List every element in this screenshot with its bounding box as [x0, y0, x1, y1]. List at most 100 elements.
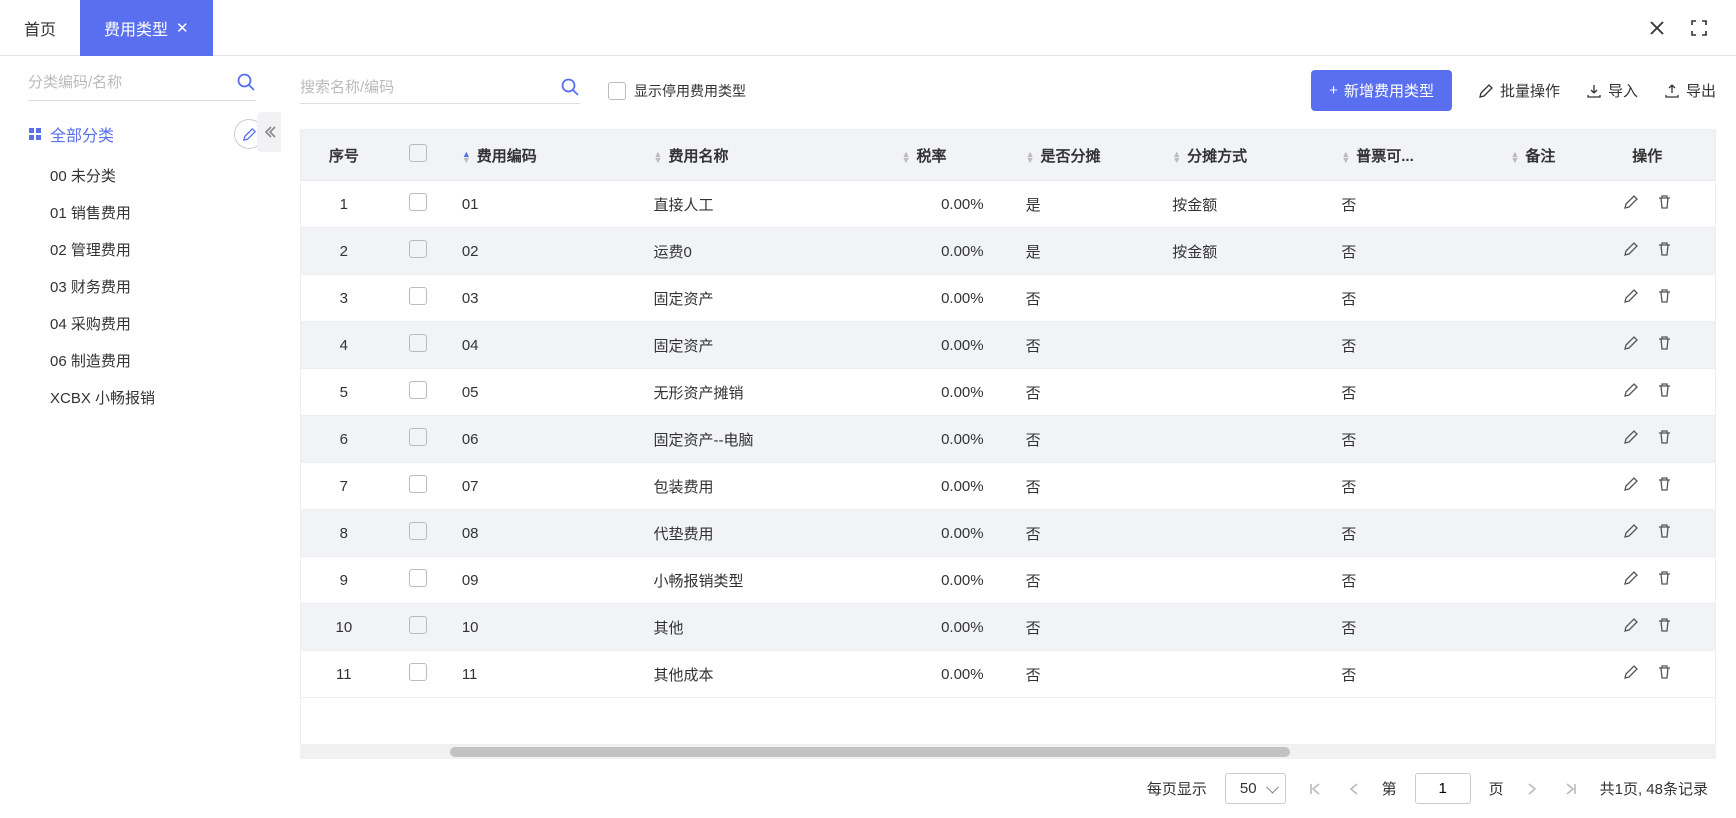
tab-home[interactable]: 首页: [0, 0, 80, 56]
delete-row-button[interactable]: [1657, 570, 1672, 586]
edit-icon: [1478, 83, 1494, 99]
tabs-right: [1648, 19, 1716, 37]
delete-row-button[interactable]: [1657, 382, 1672, 398]
edit-row-button[interactable]: [1623, 194, 1639, 210]
edit-row-button[interactable]: [1623, 664, 1639, 680]
toolbar-search: [300, 77, 580, 104]
tab-expense-type[interactable]: 费用类型 ✕: [80, 0, 213, 56]
sidebar-item[interactable]: 00 未分类: [50, 165, 264, 186]
cell-action: [1580, 557, 1715, 604]
cell-invoice: 否: [1329, 369, 1498, 416]
fullscreen-icon[interactable]: [1690, 19, 1708, 37]
cell-code: 11: [450, 651, 642, 698]
sidebar-item[interactable]: 04 采购费用: [50, 313, 264, 334]
edit-row-button[interactable]: [1623, 288, 1639, 304]
sidebar-item[interactable]: 03 财务费用: [50, 276, 264, 297]
table-scroll[interactable]: 序号 ▲▼费用编码 ▲▼费用名称 ▲▼税率 ▲▼是否分摊 ▲▼分摊方式 ▲▼普票…: [301, 130, 1715, 744]
category-search-input[interactable]: [28, 74, 236, 91]
scrollbar-thumb[interactable]: [450, 747, 1290, 757]
import-button[interactable]: 导入: [1586, 80, 1638, 101]
edit-row-button[interactable]: [1623, 429, 1639, 445]
all-categories[interactable]: 全部分类: [28, 119, 264, 149]
cell-checkbox[interactable]: [387, 416, 450, 463]
page-number-input[interactable]: [1415, 773, 1471, 804]
delete-row-button[interactable]: [1657, 523, 1672, 539]
cell-share: 否: [1014, 510, 1161, 557]
edit-row-button[interactable]: [1623, 523, 1639, 539]
cell-checkbox[interactable]: [387, 275, 450, 322]
per-page-label: 每页显示: [1147, 778, 1207, 799]
delete-row-button[interactable]: [1657, 429, 1672, 445]
expense-table: 序号 ▲▼费用编码 ▲▼费用名称 ▲▼税率 ▲▼是否分摊 ▲▼分摊方式 ▲▼普票…: [301, 130, 1715, 698]
col-remark[interactable]: ▲▼备注: [1498, 130, 1579, 181]
cell-checkbox[interactable]: [387, 651, 450, 698]
col-name[interactable]: ▲▼费用名称: [642, 130, 890, 181]
table-row: 606固定资产--电脑0.00%否否: [301, 416, 1715, 463]
cell-code: 04: [450, 322, 642, 369]
cell-name: 固定资产: [642, 322, 890, 369]
search-input[interactable]: [300, 79, 560, 96]
edit-row-button[interactable]: [1623, 382, 1639, 398]
delete-row-button[interactable]: [1657, 288, 1672, 304]
table-body: 101直接人工0.00%是按金额否202运费00.00%是按金额否303固定资产…: [301, 181, 1715, 698]
close-all-icon[interactable]: [1648, 19, 1666, 37]
cell-checkbox[interactable]: [387, 510, 450, 557]
export-button[interactable]: 导出: [1664, 80, 1716, 101]
prev-page-button[interactable]: [1344, 782, 1364, 796]
checkbox-icon: [409, 475, 427, 493]
col-invoice[interactable]: ▲▼普票可...: [1329, 130, 1498, 181]
cell-checkbox[interactable]: [387, 604, 450, 651]
delete-row-button[interactable]: [1657, 476, 1672, 492]
batch-label: 批量操作: [1500, 80, 1560, 101]
sidebar-item[interactable]: XCBX 小畅报销: [50, 387, 264, 408]
edit-row-button[interactable]: [1623, 476, 1639, 492]
delete-row-button[interactable]: [1657, 335, 1672, 351]
cell-code: 10: [450, 604, 642, 651]
cell-checkbox[interactable]: [387, 463, 450, 510]
cell-rate: 0.00%: [890, 416, 1014, 463]
plus-icon: +: [1329, 82, 1338, 99]
col-share[interactable]: ▲▼是否分摊: [1014, 130, 1161, 181]
sidebar-item[interactable]: 02 管理费用: [50, 239, 264, 260]
horizontal-scrollbar[interactable]: [300, 745, 1716, 759]
collapse-sidebar-button[interactable]: [257, 112, 281, 152]
table-row: 1111其他成本0.00%否否: [301, 651, 1715, 698]
per-page-select[interactable]: 50: [1225, 773, 1286, 804]
edit-row-button[interactable]: [1623, 335, 1639, 351]
col-method[interactable]: ▲▼分摊方式: [1160, 130, 1329, 181]
checkbox-icon: [409, 616, 427, 634]
table-row: 707包装费用0.00%否否: [301, 463, 1715, 510]
next-page-button[interactable]: [1522, 782, 1542, 796]
sidebar-item[interactable]: 06 制造费用: [50, 350, 264, 371]
show-disabled-label: 显示停用费用类型: [634, 81, 746, 101]
sidebar-item[interactable]: 01 销售费用: [50, 202, 264, 223]
search-icon[interactable]: [560, 77, 580, 97]
batch-action-button[interactable]: 批量操作: [1478, 80, 1560, 101]
cell-checkbox[interactable]: [387, 228, 450, 275]
cell-checkbox[interactable]: [387, 322, 450, 369]
col-select-all[interactable]: [387, 130, 450, 181]
add-expense-type-button[interactable]: + 新增费用类型: [1311, 70, 1452, 111]
sort-icon: ▲▼: [1341, 151, 1350, 163]
cell-name: 运费0: [642, 228, 890, 275]
col-index[interactable]: 序号: [301, 130, 387, 181]
delete-row-button[interactable]: [1657, 194, 1672, 210]
edit-row-button[interactable]: [1623, 241, 1639, 257]
delete-row-button[interactable]: [1657, 241, 1672, 257]
search-icon[interactable]: [236, 72, 256, 92]
cell-checkbox[interactable]: [387, 369, 450, 416]
edit-row-button[interactable]: [1623, 570, 1639, 586]
delete-row-button[interactable]: [1657, 617, 1672, 633]
show-disabled-checkbox[interactable]: 显示停用费用类型: [608, 81, 746, 101]
col-rate[interactable]: ▲▼税率: [890, 130, 1014, 181]
last-page-button[interactable]: [1560, 782, 1582, 796]
close-icon[interactable]: ✕: [176, 19, 189, 37]
cell-checkbox[interactable]: [387, 181, 450, 228]
edit-row-button[interactable]: [1623, 617, 1639, 633]
cell-checkbox[interactable]: [387, 557, 450, 604]
checkbox-icon: [409, 144, 427, 162]
first-page-button[interactable]: [1304, 782, 1326, 796]
col-code[interactable]: ▲▼费用编码: [450, 130, 642, 181]
sidebar: 全部分类 00 未分类 01 销售费用 02 管理费用 03 财务费用 04 采购费用 0…: [0, 56, 280, 818]
delete-row-button[interactable]: [1657, 664, 1672, 680]
